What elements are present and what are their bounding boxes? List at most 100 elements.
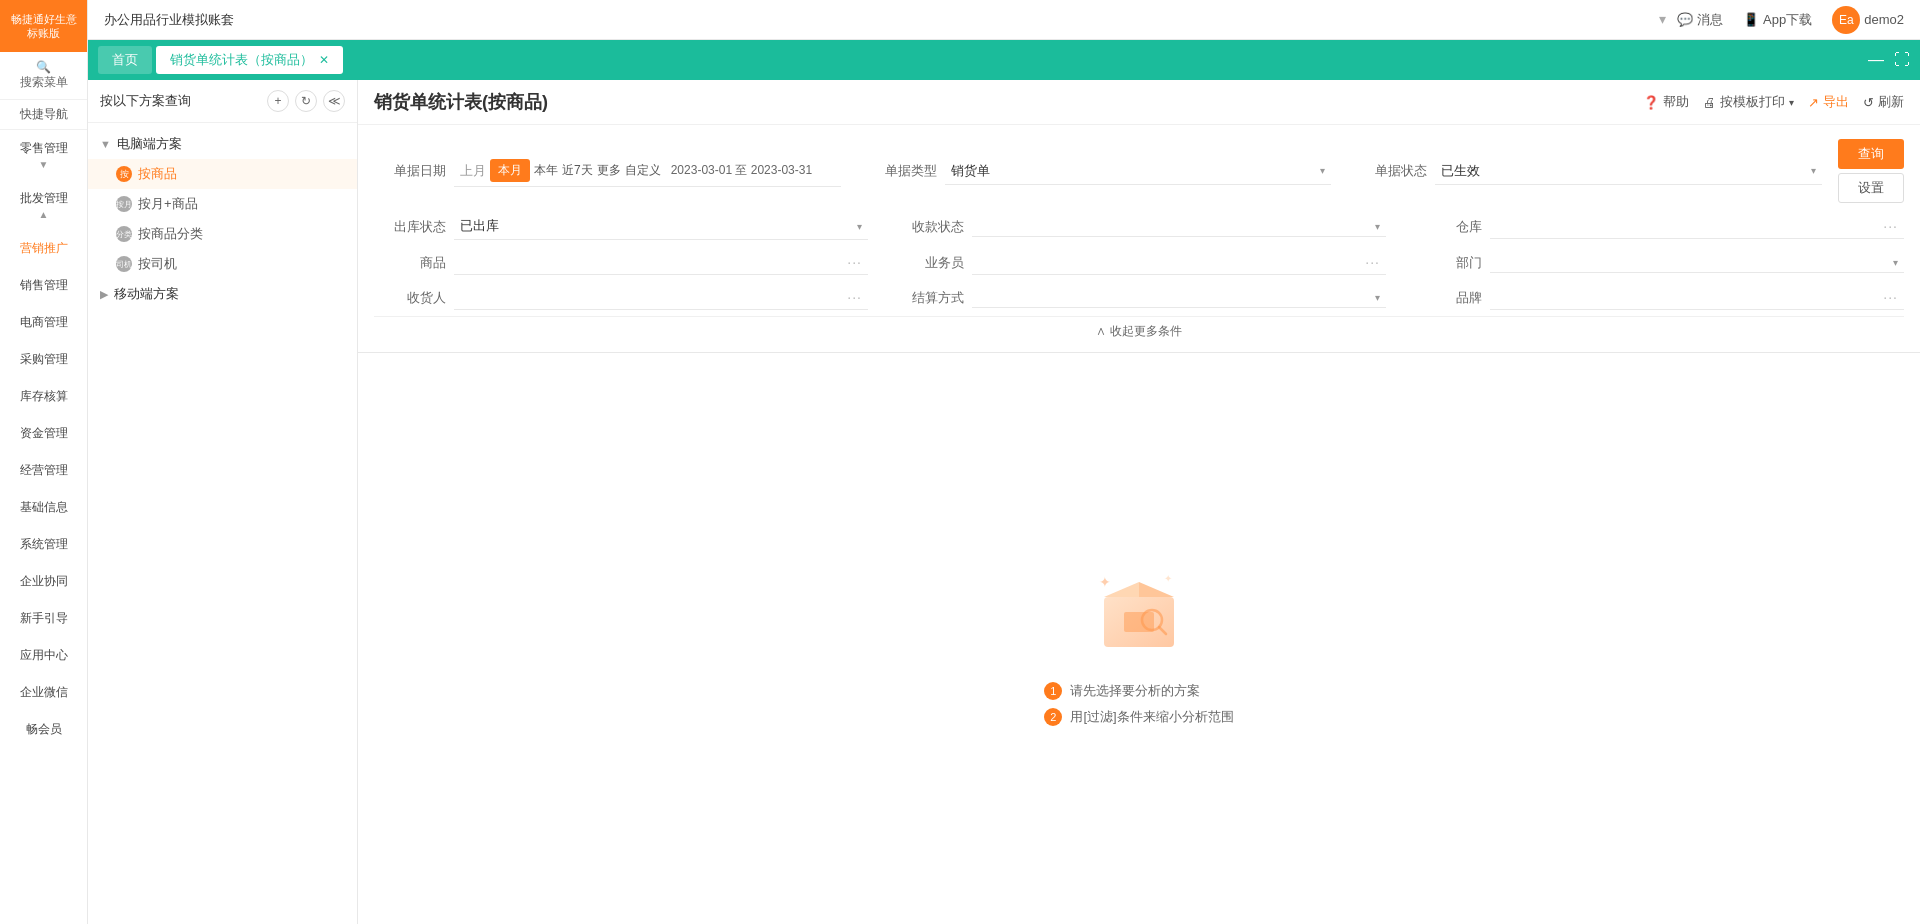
sidebar-item-purchase[interactable]: 采购管理	[0, 341, 87, 378]
receiver-input[interactable]: ···	[454, 285, 868, 310]
logo-text: 畅捷通好生意	[11, 12, 77, 26]
refresh-scheme-btn[interactable]: ↻	[295, 90, 317, 112]
filter-area: 单据日期 上月 本月 本年 近7天 更多 自定义 2023-03-01 至 20…	[358, 125, 1920, 353]
logo-subtext: 标账版	[27, 26, 60, 40]
sidebar-item-system[interactable]: 系统管理	[0, 526, 87, 563]
tab-close-icon[interactable]: ✕	[319, 54, 329, 66]
outstatus-select[interactable]: 已出库 ▾	[454, 213, 868, 240]
sidebar-item-appcenter[interactable]: 应用中心	[0, 637, 87, 674]
data-area: ✦ ✦ 1 请先选择要分析的方案 2 用[过滤]条件来缩小分析范	[358, 353, 1920, 924]
expand-icon-mobile: ▶	[100, 288, 108, 301]
receiver-dots-icon: ···	[847, 289, 862, 305]
tree-item-by-month-product[interactable]: 按月 按月+商品	[88, 189, 357, 219]
date-btn-year[interactable]: 本年	[534, 162, 558, 179]
filter-date-field: 单据日期 上月 本月 本年 近7天 更多 自定义 2023-03-01 至 20…	[374, 155, 841, 187]
sidebar-search[interactable]: 🔍 搜索菜单	[0, 52, 87, 100]
sales-input[interactable]: ···	[972, 250, 1386, 275]
brand-input[interactable]: ···	[1490, 285, 1904, 310]
tab-active[interactable]: 销货单统计表（按商品） ✕	[156, 46, 343, 74]
query-button[interactable]: 查询	[1838, 139, 1904, 169]
sidebar-item-member[interactable]: 畅会员	[0, 711, 87, 748]
dept-dropdown-icon: ▾	[1893, 257, 1898, 268]
sidebar-item-sales[interactable]: 销售管理	[0, 267, 87, 304]
status-dropdown-icon: ▾	[1811, 165, 1816, 176]
message-action[interactable]: 💬 消息	[1677, 11, 1723, 29]
settle-label: 结算方式	[892, 289, 972, 307]
product-input[interactable]: ···	[454, 250, 868, 275]
tab-home[interactable]: 首页	[98, 46, 152, 74]
date-btn-more[interactable]: 更多	[597, 162, 621, 179]
dept-select[interactable]: ▾	[1490, 253, 1904, 273]
filter-brand-field: 品牌 ···	[1410, 285, 1904, 310]
sidebar-item-wechat[interactable]: 企业微信	[0, 674, 87, 711]
sidebar-item-enterprise[interactable]: 企业协同	[0, 563, 87, 600]
date-range-display: 2023-03-01 至 2023-03-31	[671, 162, 812, 179]
sidebar-item-marketing[interactable]: 营销推广	[0, 230, 87, 267]
tree-item-by-product[interactable]: 按 按商品	[88, 159, 357, 189]
page-actions: ❓ 帮助 🖨 按模板打印 ▾ ↗ 导出 ↺ 刷新	[1643, 93, 1904, 111]
tree-item-by-driver[interactable]: 司机 按司机	[88, 249, 357, 279]
user-action[interactable]: Ea demo2	[1832, 6, 1904, 34]
product-dots-icon: ···	[847, 254, 862, 270]
sidebar-logo: 畅捷通好生意 标账版	[0, 0, 87, 52]
collectstatus-label: 收款状态	[892, 218, 972, 236]
sidebar-item-inventory[interactable]: 库存核算	[0, 378, 87, 415]
export-action[interactable]: ↗ 导出	[1808, 93, 1849, 111]
filter-product-field: 商品 ···	[374, 250, 868, 275]
collapse-panel-btn[interactable]: ≪	[323, 90, 345, 112]
refresh-action[interactable]: ↺ 刷新	[1863, 93, 1904, 111]
settle-select[interactable]: ▾	[972, 288, 1386, 308]
content-area: 按以下方案查询 + ↻ ≪ ▼ 电脑端方案 按 按商品 按月	[88, 80, 1920, 924]
help-action[interactable]: ❓ 帮助	[1643, 93, 1689, 111]
print-action[interactable]: 🖨 按模板打印 ▾	[1703, 93, 1794, 111]
sidebar-item-finance[interactable]: 资金管理	[0, 415, 87, 452]
collapse-filters-btn[interactable]: ∧ 收起更多条件	[374, 316, 1904, 346]
tree-item-by-category[interactable]: 分类 按商品分类	[88, 219, 357, 249]
tree-group-desktop[interactable]: ▼ 电脑端方案	[88, 129, 357, 159]
sidebar-item-operation[interactable]: 经营管理	[0, 452, 87, 489]
refresh-icon: ↺	[1863, 95, 1874, 110]
sidebar-item-ecommerce[interactable]: 电商管理	[0, 304, 87, 341]
sidebar-item-wholesale[interactable]: 批发管理 ▲	[0, 180, 87, 230]
sidebar-item-retail[interactable]: 零售管理 ▼	[0, 130, 87, 180]
dropdown-icon[interactable]: ▾	[1659, 11, 1677, 29]
type-dropdown-icon: ▾	[1320, 165, 1325, 176]
empty-state: ✦ ✦ 1 请先选择要分析的方案 2 用[过滤]条件来缩小分析范	[1044, 552, 1233, 726]
export-icon: ↗	[1808, 95, 1819, 110]
tree-section: ▼ 电脑端方案 按 按商品 按月 按月+商品 分类 按商品分类 司机 按司机	[88, 123, 357, 315]
filter-collectstatus-field: 收款状态 ▾	[892, 217, 1386, 237]
scheme-icon-gray3: 司机	[116, 256, 132, 272]
tree-group-mobile[interactable]: ▶ 移动端方案	[88, 279, 357, 309]
sidebar-item-guide[interactable]: 新手引导	[0, 600, 87, 637]
type-select[interactable]: 销货单 ▾	[945, 158, 1332, 185]
status-label: 单据状态	[1355, 162, 1435, 180]
filter-row-2: 出库状态 已出库 ▾ 收款状态 ▾	[374, 213, 1904, 240]
empty-text: 1 请先选择要分析的方案 2 用[过滤]条件来缩小分析范围	[1044, 682, 1233, 726]
sidebar-item-basic[interactable]: 基础信息	[0, 489, 87, 526]
status-select[interactable]: 已生效 ▾	[1435, 158, 1822, 185]
panel-icons: + ↻ ≪	[267, 90, 345, 112]
message-icon: 💬	[1677, 12, 1693, 27]
filter-settle-field: 结算方式 ▾	[892, 288, 1386, 308]
print-dropdown-icon[interactable]: ▾	[1789, 97, 1794, 108]
product-label: 商品	[374, 254, 454, 272]
window-buttons: — ⛶	[1868, 51, 1910, 69]
chevron-icon: ▼	[39, 159, 49, 170]
collectstatus-select[interactable]: ▾	[972, 217, 1386, 237]
add-scheme-btn[interactable]: +	[267, 90, 289, 112]
sidebar-quick-nav[interactable]: 快捷导航	[0, 100, 87, 130]
maximize-icon[interactable]: ⛶	[1894, 51, 1910, 69]
empty-illustration: ✦ ✦	[1084, 552, 1194, 662]
date-btn-current-month[interactable]: 本月	[490, 159, 530, 182]
minimize-icon[interactable]: —	[1868, 51, 1884, 69]
settle-dropdown-icon: ▾	[1375, 292, 1380, 303]
date-btn-7days[interactable]: 近7天	[562, 162, 593, 179]
avatar: Ea	[1832, 6, 1860, 34]
warehouse-input[interactable]: ···	[1490, 214, 1904, 239]
app-download-action[interactable]: 📱 App下载	[1743, 11, 1812, 29]
left-panel: 按以下方案查询 + ↻ ≪ ▼ 电脑端方案 按 按商品 按月	[88, 80, 358, 924]
setting-button[interactable]: 设置	[1838, 173, 1904, 203]
date-prev-btn[interactable]: 上月	[460, 162, 486, 180]
date-btn-custom[interactable]: 自定义	[625, 162, 661, 179]
brand-dots-icon: ···	[1883, 289, 1898, 305]
